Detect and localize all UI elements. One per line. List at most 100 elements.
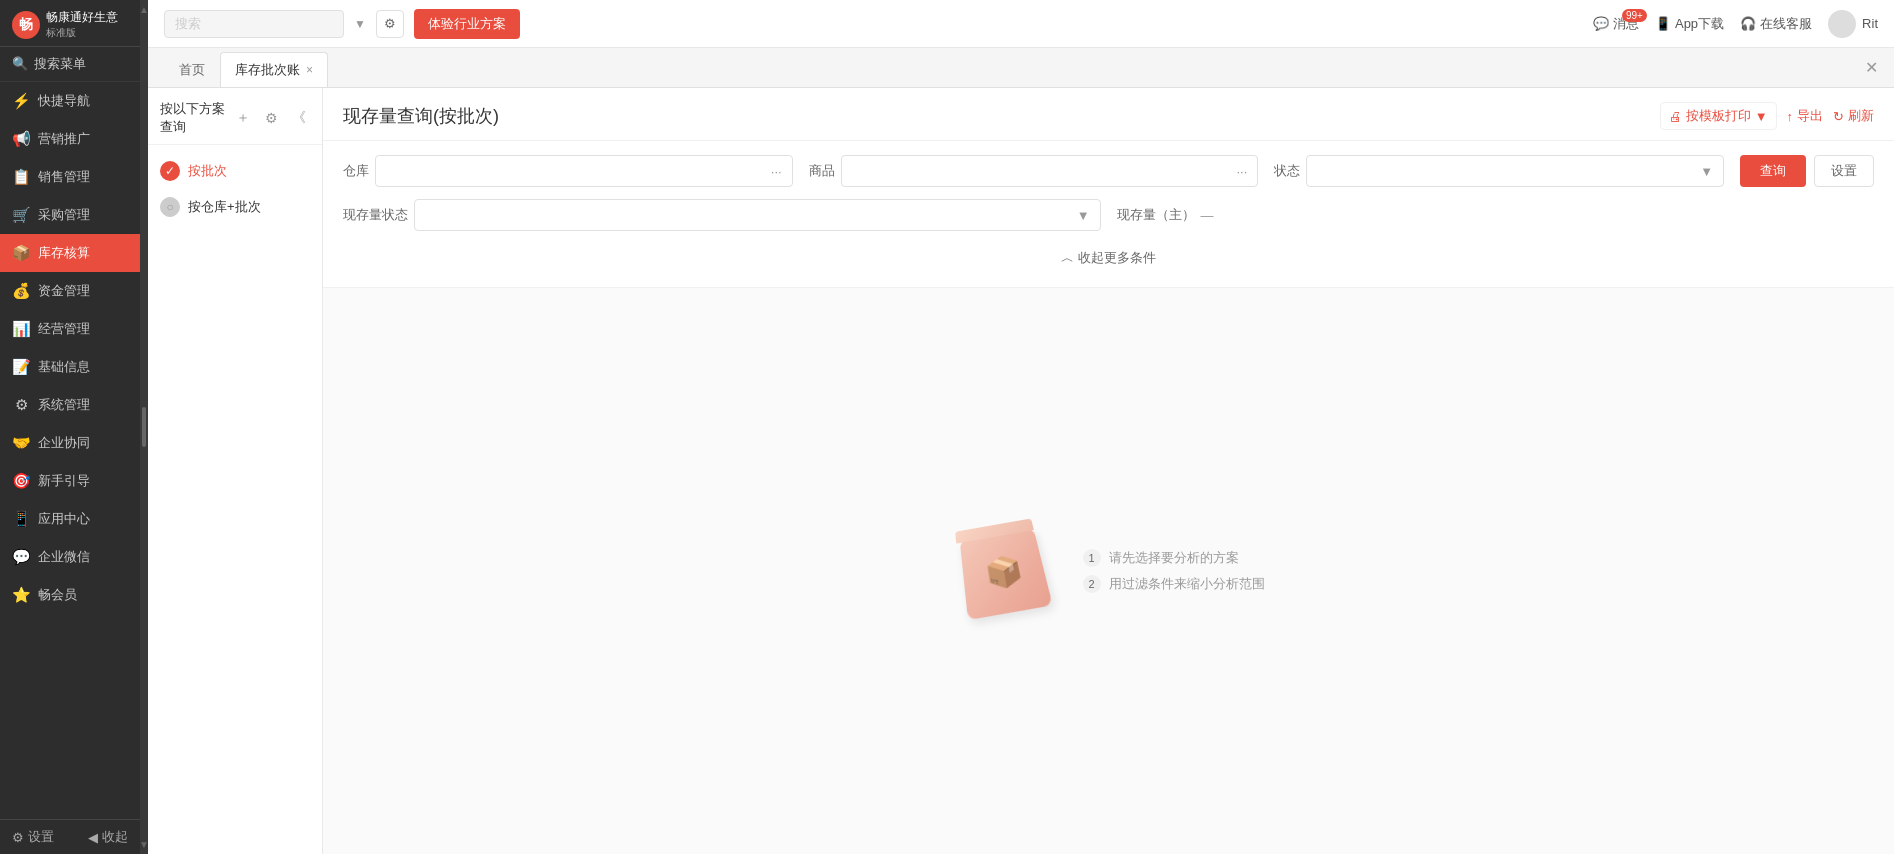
sidebar-item-newbie[interactable]: 🎯 新手引导 (0, 462, 140, 500)
filter-buttons: 查询 设置 (1740, 155, 1874, 187)
topbar-search-box[interactable]: 搜索 (164, 10, 344, 38)
scroll-thumb[interactable] (142, 407, 146, 447)
finance-icon: 💰 (12, 282, 30, 300)
gear-icon: ⚙ (384, 16, 396, 31)
query-button[interactable]: 查询 (1740, 155, 1806, 187)
stock-qty-dash: — (1201, 208, 1214, 223)
chevron-down-icon-2: ▼ (1077, 208, 1090, 223)
sidebar-item-enterprise[interactable]: 🤝 企业协同 (0, 424, 140, 462)
empty-hints: 1 请先选择要分析的方案 2 用过滤条件来缩小分析范围 (1083, 549, 1265, 593)
empty-hint-1: 1 请先选择要分析的方案 (1083, 549, 1265, 567)
warehouse-input[interactable]: ··· (375, 155, 793, 187)
online-service-button[interactable]: 🎧 在线客服 (1740, 15, 1812, 33)
headset-icon: 🎧 (1740, 16, 1756, 31)
sidebar-item-system[interactable]: ⚙ 系统管理 (0, 386, 140, 424)
scheme-settings-button[interactable]: ⚙ (260, 107, 282, 129)
sidebar-item-label: 企业微信 (38, 548, 90, 566)
online-service-label: 在线客服 (1760, 15, 1812, 33)
brand: 畅 畅康通好生意 标准版 (12, 10, 128, 40)
refresh-label: 刷新 (1848, 107, 1874, 125)
sidebar-item-label: 营销推广 (38, 130, 90, 148)
sidebar-item-app[interactable]: 📱 应用中心 (0, 500, 140, 538)
export-icon: ↑ (1787, 109, 1794, 124)
refresh-button[interactable]: ↻ 刷新 (1833, 107, 1874, 125)
sidebar-item-marketing[interactable]: 📢 营销推广 (0, 120, 140, 158)
sidebar-menu: ⚡ 快捷导航 📢 营销推广 📋 销售管理 🛒 采购管理 📦 库存核算 💰 资金管… (0, 82, 140, 819)
user-menu[interactable]: Rit (1828, 10, 1878, 38)
sidebar-item-inventory[interactable]: 📦 库存核算 (0, 234, 140, 272)
sidebar-search[interactable]: 🔍 搜索菜单 (0, 47, 140, 82)
brand-icon: 畅 (12, 11, 40, 39)
sidebar-item-purchase[interactable]: 🛒 采购管理 (0, 196, 140, 234)
search-label: 搜索菜单 (34, 55, 86, 73)
status-select[interactable]: ▼ (1306, 155, 1724, 187)
topbar-settings-button[interactable]: ⚙ (376, 10, 404, 38)
export-button[interactable]: ↑ 导出 (1787, 107, 1824, 125)
tab-panel-close-button[interactable]: ✕ (1865, 58, 1878, 77)
collapse-label: 收起 (102, 828, 128, 846)
empty-state: 📦 1 请先选择要分析的方案 2 用过滤条件来缩小分析范围 (953, 521, 1265, 621)
scheme-list: ✓ 按批次 ○ 按仓库+批次 (148, 145, 322, 854)
scheme-label: 按仓库+批次 (188, 198, 261, 216)
tab-close-icon[interactable]: × (306, 63, 313, 77)
empty-icon: 📦 (953, 521, 1053, 621)
sidebar-item-label: 资金管理 (38, 282, 90, 300)
sidebar-item-label: 新手引导 (38, 472, 90, 490)
collapse-more-button[interactable]: ︿ 收起更多条件 (343, 243, 1874, 273)
warehouse-filter: 仓库 ··· (343, 155, 793, 187)
sidebar-item-label: 畅会员 (38, 586, 77, 604)
settings-icon: ⚙ (12, 830, 24, 845)
collapse-sidebar-button[interactable]: ◀ 收起 (88, 828, 128, 846)
filter-area: 仓库 ··· 商品 ··· 状态 (323, 141, 1894, 288)
sidebar-item-sales[interactable]: 📋 销售管理 (0, 158, 140, 196)
enterprise-icon: 🤝 (12, 434, 30, 452)
scheme-icon-inactive: ○ (160, 197, 180, 217)
add-scheme-button[interactable]: ＋ (232, 107, 254, 129)
status-filter: 状态 ▼ (1274, 155, 1724, 187)
filter-settings-button[interactable]: 设置 (1814, 155, 1874, 187)
warehouse-dots: ··· (771, 164, 782, 179)
sidebar-item-quick-nav[interactable]: ⚡ 快捷导航 (0, 82, 140, 120)
data-area: 📦 1 请先选择要分析的方案 2 用过滤条件来缩小分析范围 (323, 288, 1894, 854)
sidebar-item-label: 销售管理 (38, 168, 90, 186)
app-download-label: App下载 (1675, 15, 1724, 33)
product-input[interactable]: ··· (841, 155, 1259, 187)
industry-solution-button[interactable]: 体验行业方案 (414, 9, 520, 39)
app-download-button[interactable]: 📱 App下载 (1655, 15, 1724, 33)
basic-icon: 📝 (12, 358, 30, 376)
sidebar-item-wechat[interactable]: 💬 企业微信 (0, 538, 140, 576)
brand-info: 畅康通好生意 标准版 (46, 10, 118, 40)
messages-button[interactable]: 💬 消息 99+ (1593, 15, 1639, 33)
settings-button[interactable]: ⚙ 设置 (12, 828, 54, 846)
tab-inventory-batch[interactable]: 库存批次账 × (220, 52, 328, 87)
collapse-left-panel-button[interactable]: 《 (288, 107, 310, 129)
user-name: Rit (1862, 16, 1878, 31)
scheme-item-by-warehouse-batch[interactable]: ○ 按仓库+批次 (148, 189, 322, 225)
collapse-icon: ◀ (88, 830, 98, 845)
print-button[interactable]: 🖨 按模板打印 ▼ (1660, 102, 1777, 130)
page-header-actions: 🖨 按模板打印 ▼ ↑ 导出 ↻ 刷新 (1660, 102, 1874, 130)
marketing-icon: 📢 (12, 130, 30, 148)
empty-hint-2: 2 用过滤条件来缩小分析范围 (1083, 575, 1265, 593)
sales-icon: 📋 (12, 168, 30, 186)
tab-home[interactable]: 首页 (164, 52, 220, 87)
phone-icon: 📱 (1655, 16, 1671, 31)
scheme-item-by-batch[interactable]: ✓ 按批次 (148, 153, 322, 189)
sidebar-scrollbar[interactable]: ▲ ▼ (140, 0, 148, 854)
topbar-chevron-icon[interactable]: ▼ (354, 17, 366, 31)
sidebar-item-finance[interactable]: 💰 资金管理 (0, 272, 140, 310)
stock-qty-filter: 现存量（主） — (1117, 206, 1875, 224)
print-label: 按模板打印 (1686, 107, 1751, 125)
stock-status-select[interactable]: ▼ (414, 199, 1101, 231)
sidebar-item-basic[interactable]: 📝 基础信息 (0, 348, 140, 386)
message-icon: 💬 (1593, 16, 1609, 31)
scheme-label: 按批次 (188, 162, 227, 180)
main-area: 搜索 ▼ ⚙ 体验行业方案 💬 消息 99+ 📱 App下载 🎧 在线客服 (148, 0, 1894, 854)
messages-badge: 99+ (1622, 9, 1647, 22)
sidebar-item-member[interactable]: ⭐ 畅会员 (0, 576, 140, 614)
topbar-search-placeholder: 搜索 (175, 15, 201, 33)
chevron-down-icon: ▼ (1700, 164, 1713, 179)
sidebar-item-operations[interactable]: 📊 经营管理 (0, 310, 140, 348)
hint-text-1: 请先选择要分析的方案 (1109, 549, 1239, 567)
tabsbar: 首页 库存批次账 × ✕ (148, 48, 1894, 88)
